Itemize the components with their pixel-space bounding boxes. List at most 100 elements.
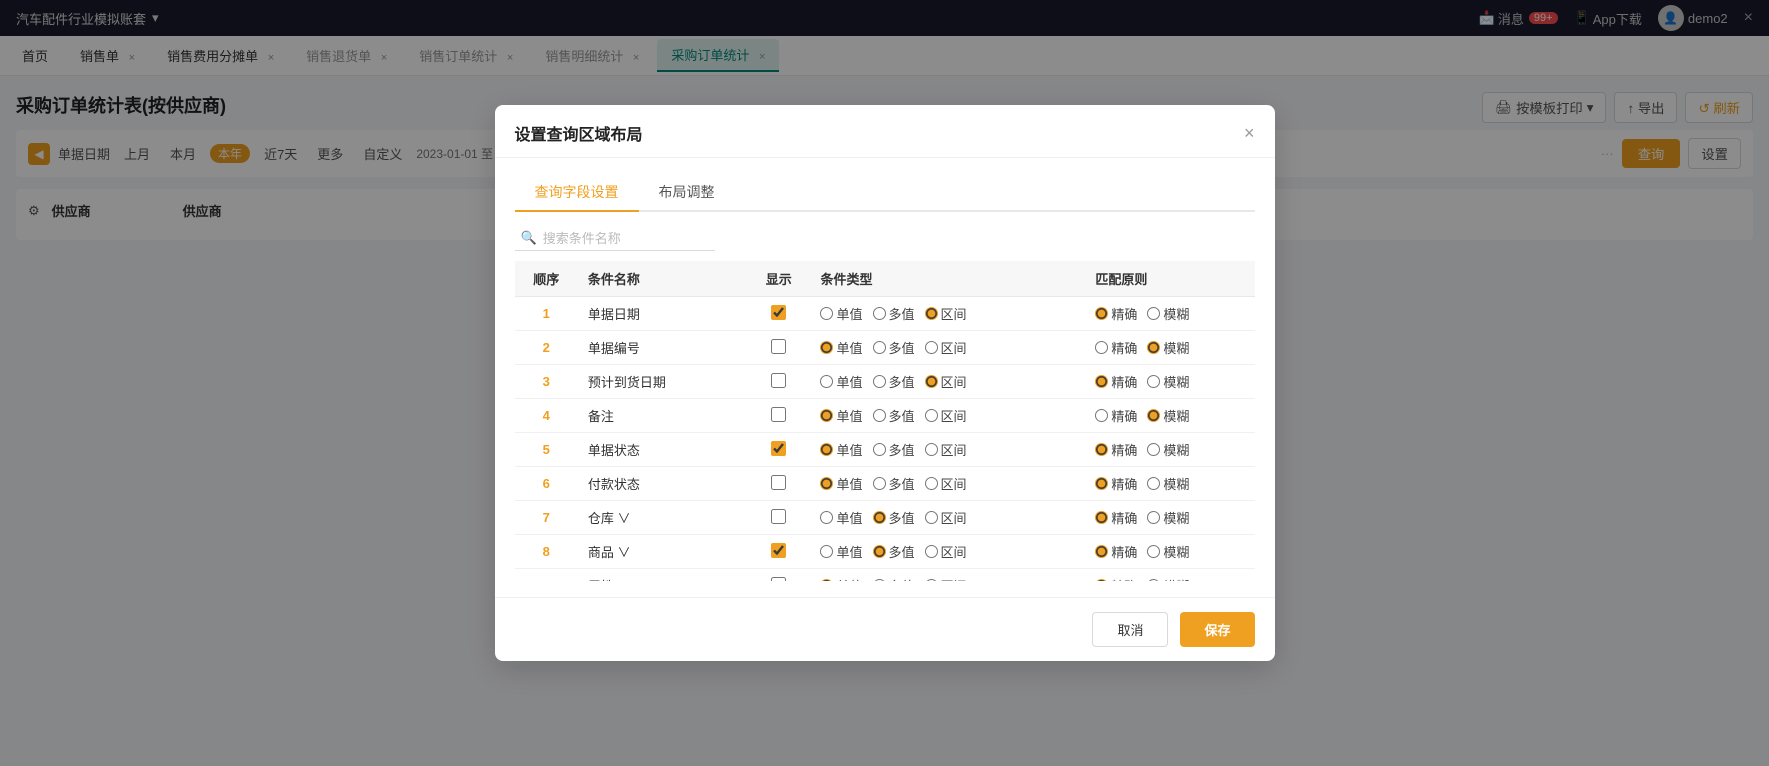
row-display-1[interactable] xyxy=(747,297,810,331)
type-option-单值-7[interactable]: 单值 xyxy=(820,508,862,527)
match-option-模糊-8[interactable]: 模糊 xyxy=(1147,542,1189,561)
match-option-精确-8[interactable]: 精确 xyxy=(1095,542,1137,561)
type-option-多值-5[interactable]: 多值 xyxy=(873,440,915,459)
row-type-7[interactable]: 单值多值区间 xyxy=(810,501,1085,535)
type-option-多值-6[interactable]: 多值 xyxy=(873,474,915,493)
type-option-区间-4[interactable]: 区间 xyxy=(925,406,967,425)
match-option-精确-4[interactable]: 精确 xyxy=(1095,406,1137,425)
row-type-4[interactable]: 单值多值区间 xyxy=(810,399,1085,433)
row-type-8[interactable]: 单值多值区间 xyxy=(810,535,1085,569)
row-display-3[interactable] xyxy=(747,365,810,399)
row-order-9: 9 xyxy=(515,569,578,582)
type-option-区间-7[interactable]: 区间 xyxy=(925,508,967,527)
type-option-区间-1[interactable]: 区间 xyxy=(925,304,967,323)
type-option-区间-8[interactable]: 区间 xyxy=(925,542,967,561)
match-option-模糊-9[interactable]: 模糊 xyxy=(1147,576,1189,581)
type-option-单值-6[interactable]: 单值 xyxy=(820,474,862,493)
display-checkbox-5[interactable] xyxy=(771,441,786,456)
row-type-3[interactable]: 单值多值区间 xyxy=(810,365,1085,399)
table-row: 9属性 ∨单值多值区间精确模糊 xyxy=(515,569,1255,582)
row-match-1[interactable]: 精确模糊 xyxy=(1085,297,1254,331)
display-checkbox-1[interactable] xyxy=(771,305,786,320)
row-order-6: 6 xyxy=(515,467,578,501)
cancel-btn[interactable]: 取消 xyxy=(1092,612,1168,647)
search-input[interactable] xyxy=(543,231,703,246)
display-checkbox-7[interactable] xyxy=(771,509,786,524)
row-match-9[interactable]: 精确 模糊 xyxy=(1085,569,1254,582)
row-display-9[interactable] xyxy=(747,569,810,582)
type-option-单值-1[interactable]: 单值 xyxy=(820,304,862,323)
row-order-2: 2 xyxy=(515,331,578,365)
modal-close-btn[interactable]: × xyxy=(1244,123,1255,144)
display-checkbox-3[interactable] xyxy=(771,373,786,388)
row-type-5[interactable]: 单值多值区间 xyxy=(810,433,1085,467)
match-option-精确-2[interactable]: 精确 xyxy=(1095,338,1137,357)
display-checkbox-6[interactable] xyxy=(771,475,786,490)
row-match-5[interactable]: 精确模糊 xyxy=(1085,433,1254,467)
modal-tab-query-fields[interactable]: 查询字段设置 xyxy=(515,174,639,212)
row-match-7[interactable]: 精确模糊 xyxy=(1085,501,1254,535)
match-option-精确-3[interactable]: 精确 xyxy=(1095,372,1137,391)
conditions-table: 顺序 条件名称 显示 条件类型 匹配原则 1单据日期单值多值区间精确模糊2单据编… xyxy=(515,261,1255,581)
match-option-模糊-5[interactable]: 模糊 xyxy=(1147,440,1189,459)
type-option-多值-3[interactable]: 多值 xyxy=(873,372,915,391)
modal-tab-layout[interactable]: 布局调整 xyxy=(639,174,735,212)
type-option-区间-5[interactable]: 区间 xyxy=(925,440,967,459)
match-option-精确-6[interactable]: 精确 xyxy=(1095,474,1137,493)
display-checkbox-2[interactable] xyxy=(771,339,786,354)
type-option-单值-8[interactable]: 单值 xyxy=(820,542,862,561)
type-option-单值-9[interactable]: 单值 xyxy=(820,576,862,581)
match-option-模糊-2[interactable]: 模糊 xyxy=(1147,338,1189,357)
match-option-模糊-1[interactable]: 模糊 xyxy=(1147,304,1189,323)
row-display-4[interactable] xyxy=(747,399,810,433)
row-match-2[interactable]: 精确模糊 xyxy=(1085,331,1254,365)
display-checkbox-9[interactable] xyxy=(771,577,786,582)
row-match-3[interactable]: 精确模糊 xyxy=(1085,365,1254,399)
row-type-6[interactable]: 单值多值区间 xyxy=(810,467,1085,501)
table-row: 3预计到货日期单值多值区间精确模糊 xyxy=(515,365,1255,399)
match-option-精确-1[interactable]: 精确 xyxy=(1095,304,1137,323)
conditions-table-scroll: 顺序 条件名称 显示 条件类型 匹配原则 1单据日期单值多值区间精确模糊2单据编… xyxy=(515,261,1255,581)
match-option-精确-7[interactable]: 精确 xyxy=(1095,508,1137,527)
row-display-6[interactable] xyxy=(747,467,810,501)
row-display-7[interactable] xyxy=(747,501,810,535)
row-type-1[interactable]: 单值多值区间 xyxy=(810,297,1085,331)
type-option-单值-4[interactable]: 单值 xyxy=(820,406,862,425)
display-checkbox-8[interactable] xyxy=(771,543,786,558)
modal: 设置查询区域布局 × 查询字段设置 布局调整 🔍 xyxy=(495,105,1275,661)
row-match-4[interactable]: 精确模糊 xyxy=(1085,399,1254,433)
table-row: 6付款状态单值多值区间精确模糊 xyxy=(515,467,1255,501)
row-type-2[interactable]: 单值多值区间 xyxy=(810,331,1085,365)
row-match-6[interactable]: 精确模糊 xyxy=(1085,467,1254,501)
type-option-区间-2[interactable]: 区间 xyxy=(925,338,967,357)
type-option-单值-3[interactable]: 单值 xyxy=(820,372,862,391)
type-option-多值-8[interactable]: 多值 xyxy=(873,542,915,561)
match-option-精确-5[interactable]: 精确 xyxy=(1095,440,1137,459)
type-option-区间-3[interactable]: 区间 xyxy=(925,372,967,391)
type-option-多值-7[interactable]: 多值 xyxy=(873,508,915,527)
type-option-多值-9[interactable]: 多值 xyxy=(873,576,915,581)
type-option-区间-9[interactable]: 区间 xyxy=(925,576,967,581)
type-option-多值-4[interactable]: 多值 xyxy=(873,406,915,425)
display-checkbox-4[interactable] xyxy=(771,407,786,422)
type-option-区间-6[interactable]: 区间 xyxy=(925,474,967,493)
save-btn[interactable]: 保存 xyxy=(1180,612,1254,647)
row-type-9[interactable]: 单值 多值 区间 xyxy=(810,569,1085,582)
row-display-8[interactable] xyxy=(747,535,810,569)
type-option-多值-1[interactable]: 多值 xyxy=(873,304,915,323)
match-option-模糊-4[interactable]: 模糊 xyxy=(1147,406,1189,425)
match-option-模糊-6[interactable]: 模糊 xyxy=(1147,474,1189,493)
row-order-1: 1 xyxy=(515,297,578,331)
type-option-多值-2[interactable]: 多值 xyxy=(873,338,915,357)
row-match-8[interactable]: 精确模糊 xyxy=(1085,535,1254,569)
match-option-模糊-3[interactable]: 模糊 xyxy=(1147,372,1189,391)
table-row: 1单据日期单值多值区间精确模糊 xyxy=(515,297,1255,331)
row-display-5[interactable] xyxy=(747,433,810,467)
col-type: 条件类型 xyxy=(810,261,1085,297)
type-option-单值-5[interactable]: 单值 xyxy=(820,440,862,459)
match-option-精确-9[interactable]: 精确 xyxy=(1095,576,1137,581)
row-name-2: 单据编号 xyxy=(578,331,747,365)
match-option-模糊-7[interactable]: 模糊 xyxy=(1147,508,1189,527)
type-option-单值-2[interactable]: 单值 xyxy=(820,338,862,357)
row-display-2[interactable] xyxy=(747,331,810,365)
